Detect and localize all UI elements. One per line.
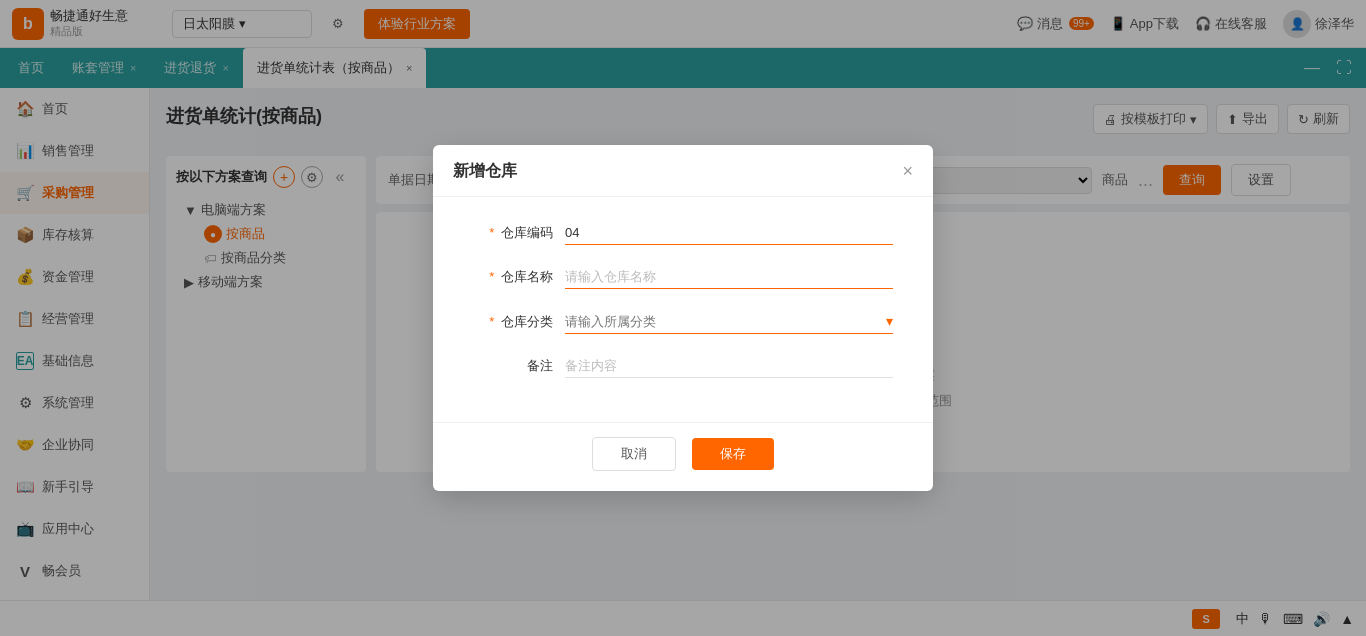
name-input[interactable] [565,265,893,289]
dialog-body: * 仓库编码 * 仓库名称 * 仓库分类 [433,197,933,422]
modal-overlay[interactable]: 新增仓库 × * 仓库编码 * 仓库名称 [0,0,1366,636]
dropdown-arrow-icon: ▾ [886,313,893,329]
note-label: 备注 [473,357,553,375]
form-row-name: * 仓库名称 [473,265,893,289]
dialog-footer: 取消 保存 [433,422,933,491]
code-input[interactable] [565,221,893,245]
category-input[interactable] [565,314,886,329]
form-row-note: 备注 [473,354,893,378]
form-row-code: * 仓库编码 [473,221,893,245]
dialog-header: 新增仓库 × [433,145,933,197]
dialog-title: 新增仓库 [453,161,517,182]
form-row-category: * 仓库分类 ▾ [473,309,893,334]
category-select[interactable]: ▾ [565,309,893,334]
save-button[interactable]: 保存 [692,438,774,470]
code-label: * 仓库编码 [473,224,553,242]
category-label: * 仓库分类 [473,313,553,331]
note-input[interactable] [565,354,893,378]
close-dialog-button[interactable]: × [902,161,913,182]
cancel-button[interactable]: 取消 [592,437,676,471]
name-label: * 仓库名称 [473,268,553,286]
new-warehouse-dialog: 新增仓库 × * 仓库编码 * 仓库名称 [433,145,933,491]
